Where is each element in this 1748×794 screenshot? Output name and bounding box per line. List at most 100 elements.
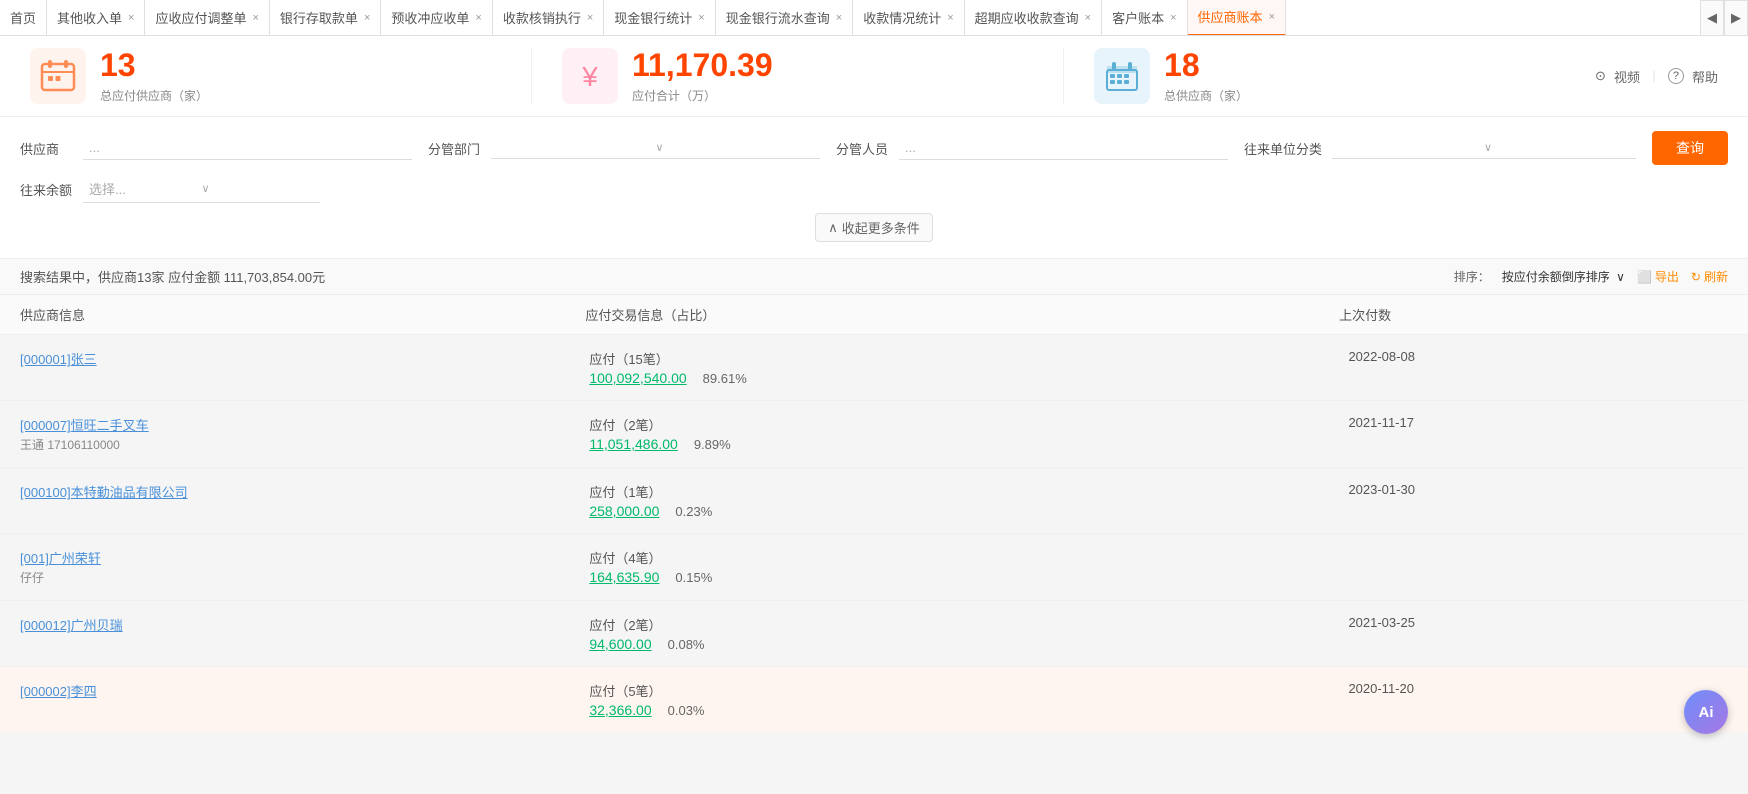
supplier-code[interactable]: [000007] xyxy=(20,418,71,433)
refresh-label: 刷新 xyxy=(1704,268,1728,285)
supplier-code[interactable]: [000001] xyxy=(20,352,71,367)
supplier-link-row-2[interactable]: [000007]恒旺二手叉车 xyxy=(20,415,589,434)
export-button[interactable]: ⬜ 导出 xyxy=(1637,268,1679,285)
category-filter: 往来单位分类 ∨ xyxy=(1244,137,1636,159)
last-payment-col: 2021-11-17 xyxy=(1348,415,1728,430)
supplier-info-col: [001]广州荣轩 仔仔 xyxy=(20,548,589,586)
close-tab-collect-stat-icon[interactable]: × xyxy=(947,12,953,24)
dept-arrow-icon: ∨ xyxy=(656,141,815,154)
video-icon: ⊙ xyxy=(1595,68,1606,84)
last-payment-col: 2022-08-08 xyxy=(1348,349,1728,364)
nav-tab-overdue-collect[interactable]: 超期应收收款查询× xyxy=(965,0,1102,36)
sort-arrow-icon: ∨ xyxy=(1616,270,1625,284)
supplier-link-row-6[interactable]: [000002]李四 xyxy=(20,681,589,700)
stat-text-payable-amount: 11,170.39 应付合计（万） xyxy=(632,48,773,104)
nav-left-arrow[interactable]: ◀ xyxy=(1700,0,1724,36)
last-payment-date: 2021-11-17 xyxy=(1348,415,1414,430)
supplier-name[interactable]: 李四 xyxy=(71,684,97,699)
transaction-type: 应付（15笔） xyxy=(589,349,668,368)
top-navigation: 首页其他收入单×应收应付调整单×银行存取款单×预收冲应收单×收款核销执行×现金银… xyxy=(0,0,1748,36)
transaction-percent: 0.08% xyxy=(668,637,705,652)
supplier-name[interactable]: 广州贝瑞 xyxy=(71,618,123,633)
dept-dropdown[interactable]: ∨ xyxy=(491,137,820,159)
last-payment-date: 2022-08-08 xyxy=(1348,349,1415,364)
close-tab-supplier-account-icon[interactable]: × xyxy=(1269,11,1275,23)
supplier-link-row-3[interactable]: [000100]本特勤油品有限公司 xyxy=(20,482,589,501)
supplier-name[interactable]: 本特勤油品有限公司 xyxy=(71,485,188,500)
table-row: [001]广州荣轩 仔仔 应付（4笔） 164,635.90 0.15% xyxy=(0,534,1748,601)
table-row: [000100]本特勤油品有限公司 应付（1笔） 258,000.00 0.23… xyxy=(0,468,1748,534)
transaction-amount[interactable]: 32,366.00 xyxy=(589,702,651,718)
stat-item-payable-amount: ¥ 11,170.39 应付合计（万） xyxy=(532,48,1064,104)
supplier-link-row-1[interactable]: [000001]张三 xyxy=(20,349,589,368)
supplier-contact: 王通 17106110000 xyxy=(20,436,589,453)
supplier-name[interactable]: 恒旺二手叉车 xyxy=(71,418,149,433)
transaction-amount[interactable]: 100,092,540.00 xyxy=(589,370,686,386)
category-arrow-icon: ∨ xyxy=(1484,141,1630,154)
supplier-name[interactable]: 张三 xyxy=(71,352,97,367)
transaction-col: 应付（4笔） 164,635.90 0.15% xyxy=(589,548,1348,585)
supplier-code[interactable]: [000012] xyxy=(20,618,71,633)
close-tab-customer-account-icon[interactable]: × xyxy=(1170,12,1176,24)
video-link[interactable]: 视频 xyxy=(1614,67,1640,86)
close-tab-cash-bank-flow-icon[interactable]: × xyxy=(836,12,842,24)
balance-filter: 往来余额 选择... ∨ xyxy=(20,175,320,203)
help-link[interactable]: 帮助 xyxy=(1692,67,1718,86)
balance-label: 往来余额 xyxy=(20,180,75,199)
ai-button[interactable]: Ai xyxy=(1684,690,1728,734)
last-payment-col: 2023-01-30 xyxy=(1348,482,1728,497)
collapse-button[interactable]: ∧ 收起更多条件 xyxy=(815,213,933,242)
stats-bar: 13 总应付供应商（家） ¥ 11,170.39 应付合计（万） 18 总供应商… xyxy=(0,36,1748,117)
nav-tab-home[interactable]: 首页 xyxy=(0,0,47,36)
nav-tab-customer-account[interactable]: 客户账本× xyxy=(1102,0,1187,36)
supplier-code[interactable]: [001] xyxy=(20,551,49,566)
close-tab-bank-deposit-icon[interactable]: × xyxy=(364,12,370,24)
supplier-link-row-4[interactable]: [001]广州荣轩 xyxy=(20,548,589,567)
nav-tab-bank-deposit[interactable]: 银行存取款单× xyxy=(270,0,381,36)
table-header: 供应商信息 应付交易信息（占比） 上次付数 xyxy=(0,295,1748,335)
supplier-code[interactable]: [000002] xyxy=(20,684,71,699)
close-tab-overdue-collect-icon[interactable]: × xyxy=(1085,12,1091,24)
close-tab-receive-check-icon[interactable]: × xyxy=(587,12,593,24)
transaction-amount[interactable]: 94,600.00 xyxy=(589,636,651,652)
stat-icon-total-suppliers xyxy=(1094,48,1150,104)
supplier-placeholder: ... xyxy=(89,140,248,155)
balance-dropdown[interactable]: 选择... ∨ xyxy=(83,175,320,203)
collapse-icon: ∧ xyxy=(828,220,838,236)
supplier-name[interactable]: 广州荣轩 xyxy=(49,551,101,566)
nav-tab-prepay-collect[interactable]: 预收冲应收单× xyxy=(381,0,492,36)
nav-tab-other-income[interactable]: 其他收入单× xyxy=(47,0,145,36)
export-label: 导出 xyxy=(1655,268,1679,285)
results-actions: 排序： 按应付余额倒序排序 ∨ ⬜ 导出 ↻ 刷新 xyxy=(1454,268,1728,285)
dept-filter: 分管部门 ∨ xyxy=(428,137,820,159)
person-dropdown[interactable]: ... xyxy=(899,136,1228,160)
refresh-button[interactable]: ↻ 刷新 xyxy=(1691,268,1728,285)
close-tab-other-income-icon[interactable]: × xyxy=(128,12,134,24)
svg-text:¥: ¥ xyxy=(581,61,598,92)
transaction-percent: 0.15% xyxy=(675,570,712,585)
supplier-link-row-5[interactable]: [000012]广州贝瑞 xyxy=(20,615,589,634)
transaction-type: 应付（4笔） xyxy=(589,548,661,567)
category-label: 往来单位分类 xyxy=(1244,139,1324,158)
close-tab-ap-adjust-icon[interactable]: × xyxy=(252,12,258,24)
nav-tab-ap-adjust[interactable]: 应收应付调整单× xyxy=(145,0,269,36)
collapse-label: 收起更多条件 xyxy=(842,218,920,237)
nav-tab-receive-check[interactable]: 收款核销执行× xyxy=(493,0,604,36)
supplier-dropdown[interactable]: ... xyxy=(83,136,412,160)
nav-tab-cash-bank-flow[interactable]: 现金银行流水查询× xyxy=(716,0,853,36)
search-button[interactable]: 查询 xyxy=(1652,131,1728,165)
sort-value[interactable]: 按应付余额倒序排序 ∨ xyxy=(1502,268,1625,285)
transaction-amount[interactable]: 164,635.90 xyxy=(589,569,659,585)
transaction-amount[interactable]: 258,000.00 xyxy=(589,503,659,519)
nav-tab-collect-stat[interactable]: 收款情况统计× xyxy=(853,0,964,36)
category-dropdown[interactable]: ∨ xyxy=(1332,137,1636,159)
transaction-amount[interactable]: 11,051,486.00 xyxy=(589,436,678,452)
header-transaction: 应付交易信息（占比） xyxy=(585,305,1339,324)
table-row: [000007]恒旺二手叉车 王通 17106110000 应付（2笔） 11,… xyxy=(0,401,1748,468)
nav-tab-cash-bank-stat[interactable]: 现金银行统计× xyxy=(604,0,715,36)
nav-tab-supplier-account[interactable]: 供应商账本× xyxy=(1188,0,1286,36)
close-tab-cash-bank-stat-icon[interactable]: × xyxy=(698,12,704,24)
supplier-code[interactable]: [000100] xyxy=(20,485,71,500)
nav-right-arrow[interactable]: ▶ xyxy=(1724,0,1748,36)
close-tab-prepay-collect-icon[interactable]: × xyxy=(475,12,481,24)
